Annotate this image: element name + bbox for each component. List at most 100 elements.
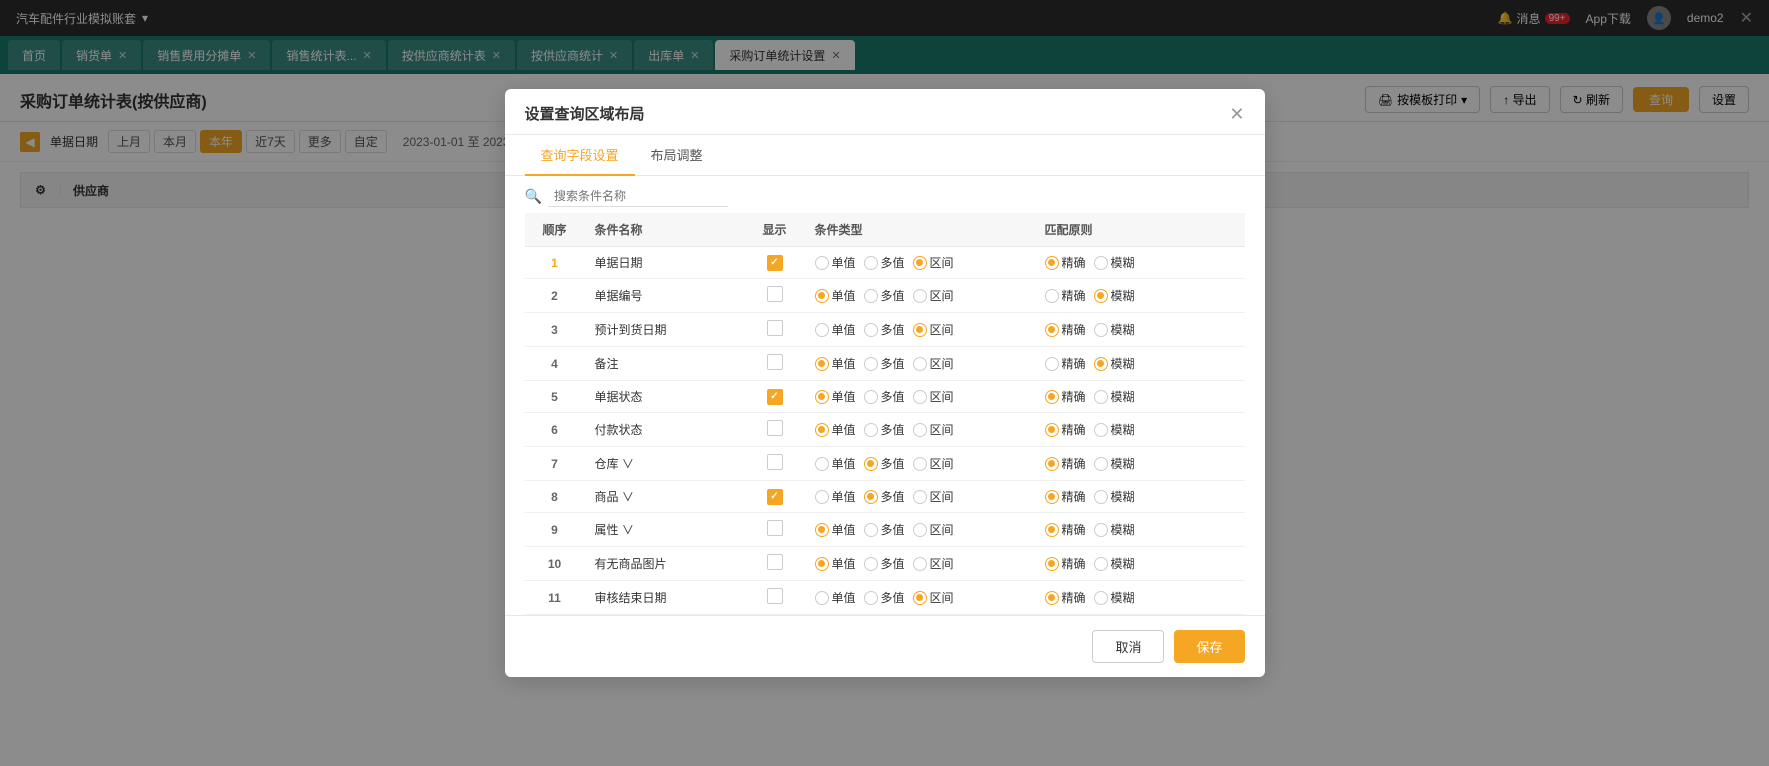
row-order: 4 [525, 347, 585, 381]
display-checkbox[interactable] [767, 354, 783, 370]
display-checkbox[interactable] [767, 389, 783, 405]
row-match-cell: 精确模糊 [1035, 513, 1245, 547]
type-radio-单值[interactable]: 单值 [815, 455, 856, 472]
type-radio-多值[interactable]: 多值 [864, 321, 905, 338]
match-radio-模糊[interactable]: 模糊 [1094, 254, 1135, 271]
row-name: 预计到货日期 [585, 313, 745, 347]
radio-circle [913, 323, 927, 337]
match-radio-模糊[interactable]: 模糊 [1094, 455, 1135, 472]
radio-circle [815, 357, 829, 371]
match-radio-模糊[interactable]: 模糊 [1094, 421, 1135, 438]
match-radio-模糊[interactable]: 模糊 [1094, 355, 1135, 372]
radio-circle [864, 390, 878, 404]
type-radio-单值[interactable]: 单值 [815, 555, 856, 572]
match-radio-模糊[interactable]: 模糊 [1094, 488, 1135, 505]
type-radio-多值[interactable]: 多值 [864, 555, 905, 572]
display-checkbox[interactable] [767, 420, 783, 436]
type-radio-区间[interactable]: 区间 [913, 421, 954, 438]
radio-circle [864, 423, 878, 437]
type-radio-单值[interactable]: 单值 [815, 488, 856, 505]
match-radio-精确[interactable]: 精确 [1045, 455, 1086, 472]
table-row: 9属性 ∨单值多值区间精确模糊 [525, 513, 1245, 547]
type-radio-区间[interactable]: 区间 [913, 555, 954, 572]
display-checkbox[interactable] [767, 554, 783, 570]
type-radio-单值[interactable]: 单值 [815, 254, 856, 271]
type-radio-多值[interactable]: 多值 [864, 521, 905, 538]
row-display-cell [745, 347, 805, 381]
save-button[interactable]: 保存 [1174, 630, 1244, 663]
type-radio-区间[interactable]: 区间 [913, 488, 954, 505]
type-radio-多值[interactable]: 多值 [864, 488, 905, 505]
radio-circle [913, 423, 927, 437]
th-name: 条件名称 [585, 213, 745, 247]
match-radio-模糊[interactable]: 模糊 [1094, 555, 1135, 572]
row-match-cell: 精确模糊 [1035, 447, 1245, 481]
radio-circle [913, 523, 927, 537]
match-radio-精确[interactable]: 精确 [1045, 589, 1086, 606]
radio-circle [815, 557, 829, 571]
display-checkbox[interactable] [767, 588, 783, 604]
modal-table-wrap: 顺序 条件名称 显示 条件类型 匹配原则 1单据日期单值多值区间精确模糊2单据编… [505, 213, 1265, 615]
row-display-cell [745, 481, 805, 513]
radio-circle [1045, 390, 1059, 404]
radio-circle [864, 557, 878, 571]
type-radio-单值[interactable]: 单值 [815, 421, 856, 438]
match-radio-精确[interactable]: 精确 [1045, 488, 1086, 505]
match-radio-模糊[interactable]: 模糊 [1094, 388, 1135, 405]
match-radio-精确[interactable]: 精确 [1045, 521, 1086, 538]
type-radio-多值[interactable]: 多值 [864, 421, 905, 438]
display-checkbox[interactable] [767, 286, 783, 302]
type-radio-区间[interactable]: 区间 [913, 455, 954, 472]
match-radio-模糊[interactable]: 模糊 [1094, 521, 1135, 538]
type-radio-多值[interactable]: 多值 [864, 388, 905, 405]
type-radio-区间[interactable]: 区间 [913, 388, 954, 405]
match-radio-精确[interactable]: 精确 [1045, 254, 1086, 271]
type-radio-单值[interactable]: 单值 [815, 521, 856, 538]
match-radio-模糊[interactable]: 模糊 [1094, 287, 1135, 304]
modal-tab-layout[interactable]: 布局调整 [635, 135, 719, 176]
type-radio-单值[interactable]: 单值 [815, 388, 856, 405]
display-checkbox[interactable] [767, 489, 783, 505]
row-type-cell: 单值多值区间 [805, 547, 1035, 581]
match-radio-精确[interactable]: 精确 [1045, 355, 1086, 372]
type-radio-区间[interactable]: 区间 [913, 287, 954, 304]
type-radio-区间[interactable]: 区间 [913, 589, 954, 606]
radio-circle [1094, 591, 1108, 605]
type-radio-单值[interactable]: 单值 [815, 321, 856, 338]
match-radio-模糊[interactable]: 模糊 [1094, 321, 1135, 338]
display-checkbox[interactable] [767, 320, 783, 336]
search-input[interactable] [548, 186, 728, 207]
radio-circle [1094, 390, 1108, 404]
radio-circle [1094, 523, 1108, 537]
row-name: 审核结束日期 [585, 581, 745, 615]
search-icon: 🔍 [525, 188, 542, 205]
display-checkbox[interactable] [767, 255, 783, 271]
row-type-cell: 单值多值区间 [805, 513, 1035, 547]
row-order: 8 [525, 481, 585, 513]
type-radio-单值[interactable]: 单值 [815, 589, 856, 606]
type-radio-多值[interactable]: 多值 [864, 287, 905, 304]
type-radio-多值[interactable]: 多值 [864, 254, 905, 271]
match-radio-精确[interactable]: 精确 [1045, 287, 1086, 304]
type-radio-区间[interactable]: 区间 [913, 254, 954, 271]
display-checkbox[interactable] [767, 520, 783, 536]
type-radio-多值[interactable]: 多值 [864, 455, 905, 472]
match-radio-精确[interactable]: 精确 [1045, 321, 1086, 338]
match-radio-精确[interactable]: 精确 [1045, 555, 1086, 572]
radio-circle [913, 390, 927, 404]
type-radio-多值[interactable]: 多值 [864, 589, 905, 606]
modal-tab-query-fields[interactable]: 查询字段设置 [525, 135, 635, 176]
type-radio-单值[interactable]: 单值 [815, 355, 856, 372]
match-radio-精确[interactable]: 精确 [1045, 421, 1086, 438]
radio-circle [1094, 423, 1108, 437]
cancel-button[interactable]: 取消 [1092, 630, 1164, 663]
type-radio-区间[interactable]: 区间 [913, 355, 954, 372]
match-radio-精确[interactable]: 精确 [1045, 388, 1086, 405]
display-checkbox[interactable] [767, 454, 783, 470]
type-radio-单值[interactable]: 单值 [815, 287, 856, 304]
type-radio-区间[interactable]: 区间 [913, 321, 954, 338]
modal-close-btn[interactable]: ✕ [1229, 105, 1244, 123]
type-radio-区间[interactable]: 区间 [913, 521, 954, 538]
type-radio-多值[interactable]: 多值 [864, 355, 905, 372]
match-radio-模糊[interactable]: 模糊 [1094, 589, 1135, 606]
